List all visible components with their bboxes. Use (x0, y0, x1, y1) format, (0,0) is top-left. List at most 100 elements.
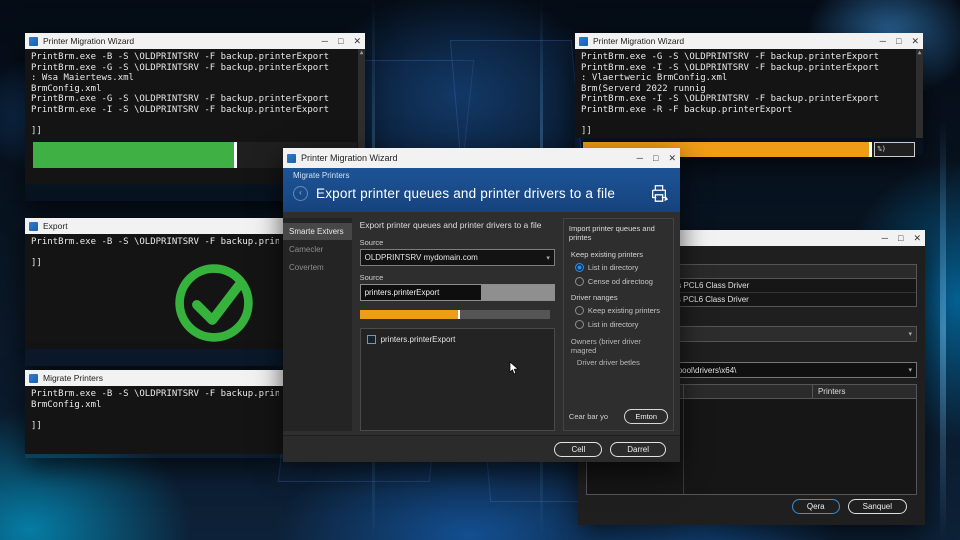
checkbox-icon[interactable] (366, 335, 376, 344)
radio-list-in-directory[interactable]: List in directory (574, 263, 668, 272)
terminal-line: : Wsa Maiertews.xml (31, 73, 134, 83)
progress-edge (458, 310, 461, 319)
maximize-icon[interactable]: □ (338, 36, 343, 46)
title-bar[interactable]: Printer Migration Wizard ─ □ ✕ (575, 33, 923, 49)
import-options-panel: Import printer queues and printes Keep e… (562, 218, 674, 431)
terminal-line: PrintBrm.exe -G -S \OLDPRINTSRV -F backu… (581, 52, 880, 62)
breadcrumb: Migrate Printers (293, 171, 350, 180)
scrollbar[interactable]: ▲ (916, 49, 923, 138)
radio-keep-existing[interactable]: Keep existing printers (574, 306, 668, 315)
terminal-line: PrintBrm.exe -B -S \OLDPRINTSRV -F backu… (31, 52, 330, 62)
cancel-button[interactable]: Sanquel (847, 499, 907, 514)
app-icon (29, 36, 38, 46)
browse-button[interactable]: Emton (624, 409, 668, 424)
radio-selected-icon[interactable] (574, 263, 584, 272)
wizard-header: Migrate Printers ‹ Export printer queues… (283, 168, 680, 212)
back-icon[interactable]: ‹ (293, 185, 308, 201)
app-icon (29, 221, 38, 231)
terminal-output: PrintBrm.exe -G -S \OLDPRINTSRV -F backu… (575, 49, 923, 157)
title-bar[interactable]: Printer Migration Wizard ─ □ ✕ (25, 33, 365, 49)
maximize-icon[interactable]: □ (898, 233, 903, 243)
export-filename-input[interactable]: printers.printerExport (359, 284, 555, 301)
minimize-icon[interactable]: ─ (880, 36, 886, 46)
group-label: Keep existing printers (570, 250, 644, 259)
export-progress-bar (359, 310, 550, 319)
group-label: Driver nanges (570, 293, 618, 302)
radio-overwrite[interactable]: Cense od directoog (574, 277, 668, 286)
app-icon (287, 153, 296, 163)
mouse-cursor-icon (509, 361, 519, 375)
close-icon[interactable]: ✕ (911, 36, 919, 46)
terminal-line: PrintBrm.exe -B -S \OLDPRINTSRV -F backu… (31, 389, 279, 399)
source-server-dropdown[interactable]: OLDPRINTSRV mydomain.com ▾ (359, 249, 555, 266)
progress-fill-orange (359, 310, 459, 319)
close-icon[interactable]: ✕ (353, 36, 361, 46)
input-selection-region (480, 285, 554, 300)
title-bar[interactable]: Export (25, 218, 285, 234)
terminal-line: : Vlaertweric BrmConfig.xml (581, 73, 728, 83)
progress-edge (233, 142, 237, 168)
radio-list-directory-2[interactable]: List in directory (574, 320, 668, 329)
window-title: Printer Migration Wizard (593, 36, 685, 46)
terminal-line: PrintBrm.exe -G -S \OLDPRINTSRV -F backu… (31, 94, 330, 104)
close-icon[interactable]: ✕ (668, 153, 676, 163)
progress-fill-green (33, 142, 234, 168)
note-text: Driver driver betles (576, 358, 640, 367)
progress-percent: %) (873, 142, 915, 157)
app-icon (29, 373, 38, 383)
column-spacer (684, 385, 813, 398)
terminal-line: PrintBrm.exe -G -S \OLDPRINTSRV -F backu… (31, 62, 330, 73)
terminal-line: ]] (581, 125, 592, 136)
wizard-sidebar: Smarte Extvers Camecler Covertem (283, 218, 352, 431)
window-export[interactable]: Export PrintBrm.exe -B -S \OLDPRINTSRV -… (25, 218, 285, 366)
cancel-button[interactable]: Darrel (610, 441, 666, 457)
open-button[interactable]: Qera (791, 499, 840, 514)
window-title: Migrate Printers (43, 373, 103, 383)
clear-label[interactable]: Cear bar yo (569, 412, 608, 421)
terminal-output: PrintBrm.exe -B -S \OLDPRINTSRV -F backu… (25, 386, 285, 454)
terminal-line: ]] (31, 125, 42, 136)
window-title: Export (43, 221, 68, 231)
success-check-icon (171, 260, 257, 350)
terminal-line: PrintBrm.exe -I -S \OLDPRINTSRV -F backu… (581, 94, 880, 104)
page-title: Export printer queues and printer driver… (316, 185, 616, 201)
minimize-icon[interactable]: ─ (637, 153, 643, 163)
sidebar-item-queues[interactable]: Smarte Extvers (283, 223, 352, 240)
terminal-line: ]] (31, 420, 42, 431)
window-terminal-top-right[interactable]: Printer Migration Wizard ─ □ ✕ PrintBrm.… (575, 33, 923, 157)
column-header: Printers (817, 387, 846, 396)
export-items-panel[interactable]: printers.printerExport (359, 328, 555, 431)
ok-button[interactable]: Cell (554, 441, 603, 457)
printer-export-icon (652, 185, 669, 202)
wizard-footer: Cell Darrel (283, 435, 680, 462)
title-bar[interactable]: Migrate Printers (25, 370, 285, 386)
close-icon[interactable]: ✕ (913, 233, 921, 243)
minimize-icon[interactable]: ─ (322, 36, 328, 46)
terminal-output: PrintBrm.exe -B -S \OLDPRINTSRV -F backu… (25, 234, 285, 349)
chevron-down-icon: ▾ (908, 367, 912, 374)
progress-edge (868, 142, 872, 157)
chevron-down-icon: ▾ (908, 331, 912, 338)
sidebar-item-connection[interactable]: Camecler (283, 241, 352, 258)
window-title: Printer Migration Wizard (301, 153, 398, 163)
minimize-icon[interactable]: ─ (882, 233, 888, 243)
terminal-line: BrmConfig.xml (31, 399, 102, 410)
sidebar-item-counters[interactable]: Covertem (283, 259, 352, 276)
terminal-line: PrintBrm.exe -I -S \OLDPRINTSRV -F backu… (31, 104, 330, 115)
window-migrate-printers[interactable]: Migrate Printers PrintBrm.exe -B -S \OLD… (25, 370, 285, 458)
checkbox-label: printers.printerExport (380, 335, 456, 344)
title-bar[interactable]: Printer Migration Wizard ─ □ ✕ (283, 148, 680, 168)
window-printer-migration-wizard[interactable]: Printer Migration Wizard ─ □ ✕ Migrate P… (283, 148, 680, 462)
terminal-line: PrintBrm.exe -R -F backup.printerExport (581, 104, 793, 115)
maximize-icon[interactable]: □ (896, 36, 901, 46)
terminal-line: BrmConfig.xml (31, 83, 102, 94)
source-label: Source (359, 238, 384, 247)
background-beam (940, 120, 946, 540)
maximize-icon[interactable]: □ (653, 153, 658, 163)
radio-icon[interactable] (574, 320, 584, 329)
radio-icon[interactable] (574, 306, 584, 315)
radio-icon[interactable] (574, 277, 584, 286)
